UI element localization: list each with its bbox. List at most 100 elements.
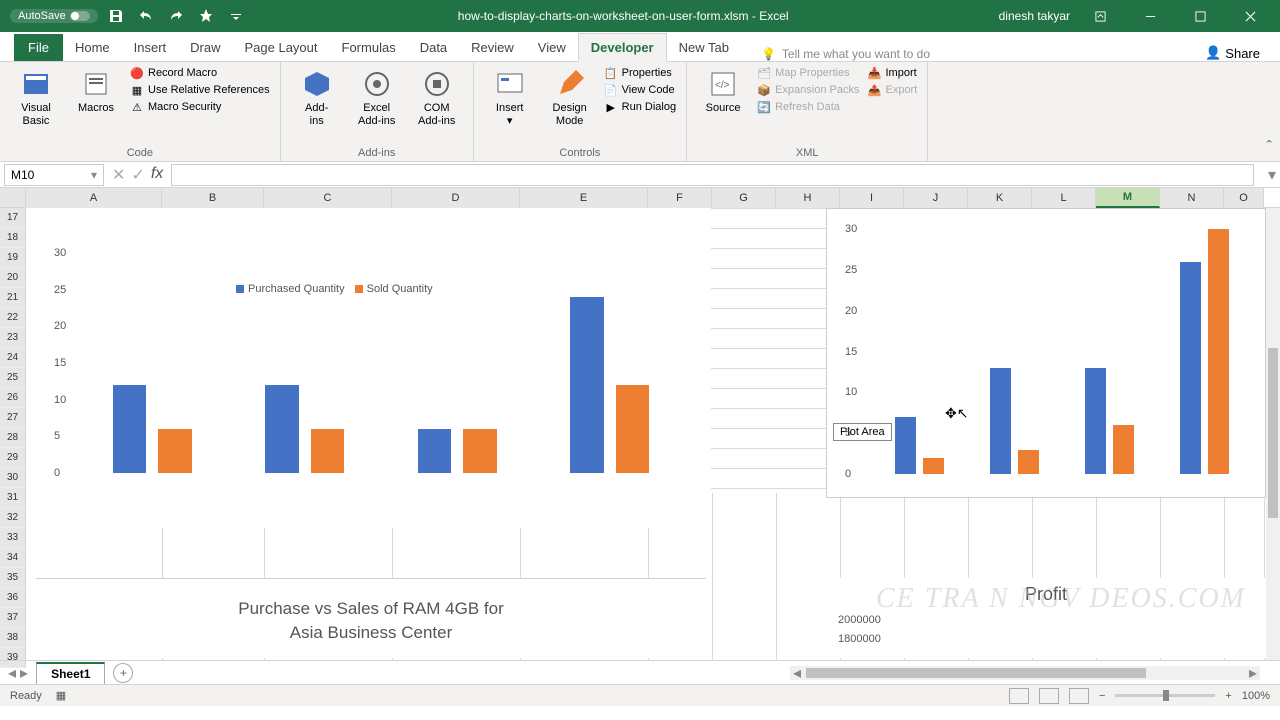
col-header-M[interactable]: M — [1096, 188, 1160, 208]
tab-formulas[interactable]: Formulas — [330, 34, 408, 61]
macros-button[interactable]: Macros — [70, 66, 122, 117]
macro-recorder-icon[interactable]: ▦ — [56, 689, 66, 702]
tab-draw[interactable]: Draw — [178, 34, 232, 61]
hscroll-left-icon[interactable]: ◂ — [790, 663, 804, 683]
collapse-ribbon-icon[interactable]: ˆ — [1259, 135, 1280, 161]
enter-formula-icon[interactable]: ✓ — [131, 165, 144, 185]
source-button[interactable]: </> Source — [697, 66, 749, 117]
col-header-O[interactable]: O — [1224, 188, 1264, 208]
undo-icon[interactable] — [134, 4, 158, 28]
visual-basic-button[interactable]: Visual Basic — [10, 66, 62, 130]
close-icon[interactable] — [1230, 0, 1270, 32]
expand-formula-icon[interactable]: ▾ — [1268, 165, 1280, 185]
refresh-data-button[interactable]: 🔄Refresh Data — [757, 100, 859, 114]
sheet-nav-prev-icon[interactable]: ◂ — [8, 663, 16, 683]
cancel-formula-icon[interactable]: ✕ — [112, 165, 125, 185]
row-header-29[interactable]: 29 — [0, 448, 26, 468]
col-header-I[interactable]: I — [840, 188, 904, 208]
tab-insert[interactable]: Insert — [122, 34, 179, 61]
col-header-H[interactable]: H — [776, 188, 840, 208]
row-header-24[interactable]: 24 — [0, 348, 26, 368]
fx-icon[interactable]: fx — [151, 165, 163, 185]
run-dialog-button[interactable]: ▶Run Dialog — [604, 100, 676, 114]
view-code-button[interactable]: 📄View Code — [604, 83, 676, 97]
tab-view[interactable]: View — [526, 34, 578, 61]
tell-me-search[interactable]: 💡 Tell me what you want to do — [761, 47, 930, 61]
tab-developer[interactable]: Developer — [578, 33, 667, 62]
zoom-slider[interactable] — [1115, 694, 1215, 697]
row-header-23[interactable]: 23 — [0, 328, 26, 348]
col-header-C[interactable]: C — [264, 188, 392, 208]
col-header-N[interactable]: N — [1160, 188, 1224, 208]
tab-data[interactable]: Data — [408, 34, 459, 61]
minimize-icon[interactable] — [1130, 0, 1170, 32]
zoom-level[interactable]: 100% — [1242, 690, 1270, 702]
row-header-35[interactable]: 35 — [0, 568, 26, 588]
col-header-B[interactable]: B — [162, 188, 264, 208]
record-macro-button[interactable]: 🔴Record Macro — [130, 66, 270, 80]
page-break-view-icon[interactable] — [1069, 688, 1089, 704]
chart-title-ram[interactable]: Purchase vs Sales of RAM 4GB for Asia Bu… — [36, 578, 706, 658]
share-button[interactable]: 👤 Share — [1205, 45, 1260, 61]
map-properties-button[interactable]: 🗂Map Properties — [757, 66, 859, 80]
sheet-nav-next-icon[interactable]: ▸ — [20, 663, 28, 683]
chart-right-bars[interactable]: Plot Area ✥↖ 051015202530 — [826, 208, 1266, 498]
tab-home[interactable]: Home — [63, 34, 122, 61]
tab-file[interactable]: File — [14, 34, 63, 61]
row-header-32[interactable]: 32 — [0, 508, 26, 528]
export-button[interactable]: 📤Export — [867, 83, 917, 97]
row-header-17[interactable]: 17 — [0, 208, 26, 228]
row-header-38[interactable]: 38 — [0, 628, 26, 648]
zoom-in-icon[interactable]: + — [1225, 690, 1231, 702]
normal-view-icon[interactable] — [1009, 688, 1029, 704]
row-header-22[interactable]: 22 — [0, 308, 26, 328]
relative-refs-button[interactable]: ▦Use Relative References — [130, 83, 270, 97]
col-header-G[interactable]: G — [712, 188, 776, 208]
save-icon[interactable] — [104, 4, 128, 28]
chart-purchase-sales[interactable]: Purchased Quantity Sold Quantity 0510152… — [36, 243, 706, 528]
hscroll-right-icon[interactable]: ▸ — [1249, 663, 1257, 683]
row-header-20[interactable]: 20 — [0, 268, 26, 288]
tab-review[interactable]: Review — [459, 34, 526, 61]
row-header-30[interactable]: 30 — [0, 468, 26, 488]
row-header-27[interactable]: 27 — [0, 408, 26, 428]
import-button[interactable]: 📥Import — [867, 66, 917, 80]
col-header-E[interactable]: E — [520, 188, 648, 208]
zoom-out-icon[interactable]: − — [1099, 690, 1105, 702]
row-header-31[interactable]: 31 — [0, 488, 26, 508]
qat-customize-icon[interactable] — [224, 4, 248, 28]
addins-button[interactable]: Add- ins — [291, 66, 343, 130]
select-all-corner[interactable] — [0, 188, 26, 207]
row-header-26[interactable]: 26 — [0, 388, 26, 408]
user-name[interactable]: dinesh takyar — [999, 9, 1070, 23]
com-addins-button[interactable]: COM Add-ins — [411, 66, 463, 130]
chevron-down-icon[interactable]: ▾ — [91, 168, 97, 182]
ribbon-options-icon[interactable] — [1080, 0, 1120, 32]
row-header-25[interactable]: 25 — [0, 368, 26, 388]
col-header-J[interactable]: J — [904, 188, 968, 208]
properties-button[interactable]: 📋Properties — [604, 66, 676, 80]
add-sheet-button[interactable]: + — [113, 663, 133, 683]
row-header-18[interactable]: 18 — [0, 228, 26, 248]
horizontal-scrollbar[interactable]: ◂ ▸ — [790, 666, 1260, 680]
row-header-28[interactable]: 28 — [0, 428, 26, 448]
row-header-33[interactable]: 33 — [0, 528, 26, 548]
row-header-36[interactable]: 36 — [0, 588, 26, 608]
design-mode-button[interactable]: Design Mode — [544, 66, 596, 130]
worksheet-grid[interactable]: ABCDEFGHIJKLMNO 171819202122232425262728… — [0, 188, 1280, 660]
page-layout-view-icon[interactable] — [1039, 688, 1059, 704]
insert-control-button[interactable]: Insert▾ — [484, 66, 536, 130]
col-header-L[interactable]: L — [1032, 188, 1096, 208]
row-header-19[interactable]: 19 — [0, 248, 26, 268]
col-header-A[interactable]: A — [26, 188, 162, 208]
col-header-K[interactable]: K — [968, 188, 1032, 208]
tab-page-layout[interactable]: Page Layout — [233, 34, 330, 61]
tab-newtab[interactable]: New Tab — [667, 34, 741, 61]
excel-addins-button[interactable]: Excel Add-ins — [351, 66, 403, 130]
touch-mode-icon[interactable] — [194, 4, 218, 28]
row-header-34[interactable]: 34 — [0, 548, 26, 568]
col-header-F[interactable]: F — [648, 188, 712, 208]
name-box[interactable]: M10▾ — [4, 164, 104, 186]
expansion-packs-button[interactable]: 📦Expansion Packs — [757, 83, 859, 97]
sheet-tab-sheet1[interactable]: Sheet1 — [36, 662, 105, 684]
